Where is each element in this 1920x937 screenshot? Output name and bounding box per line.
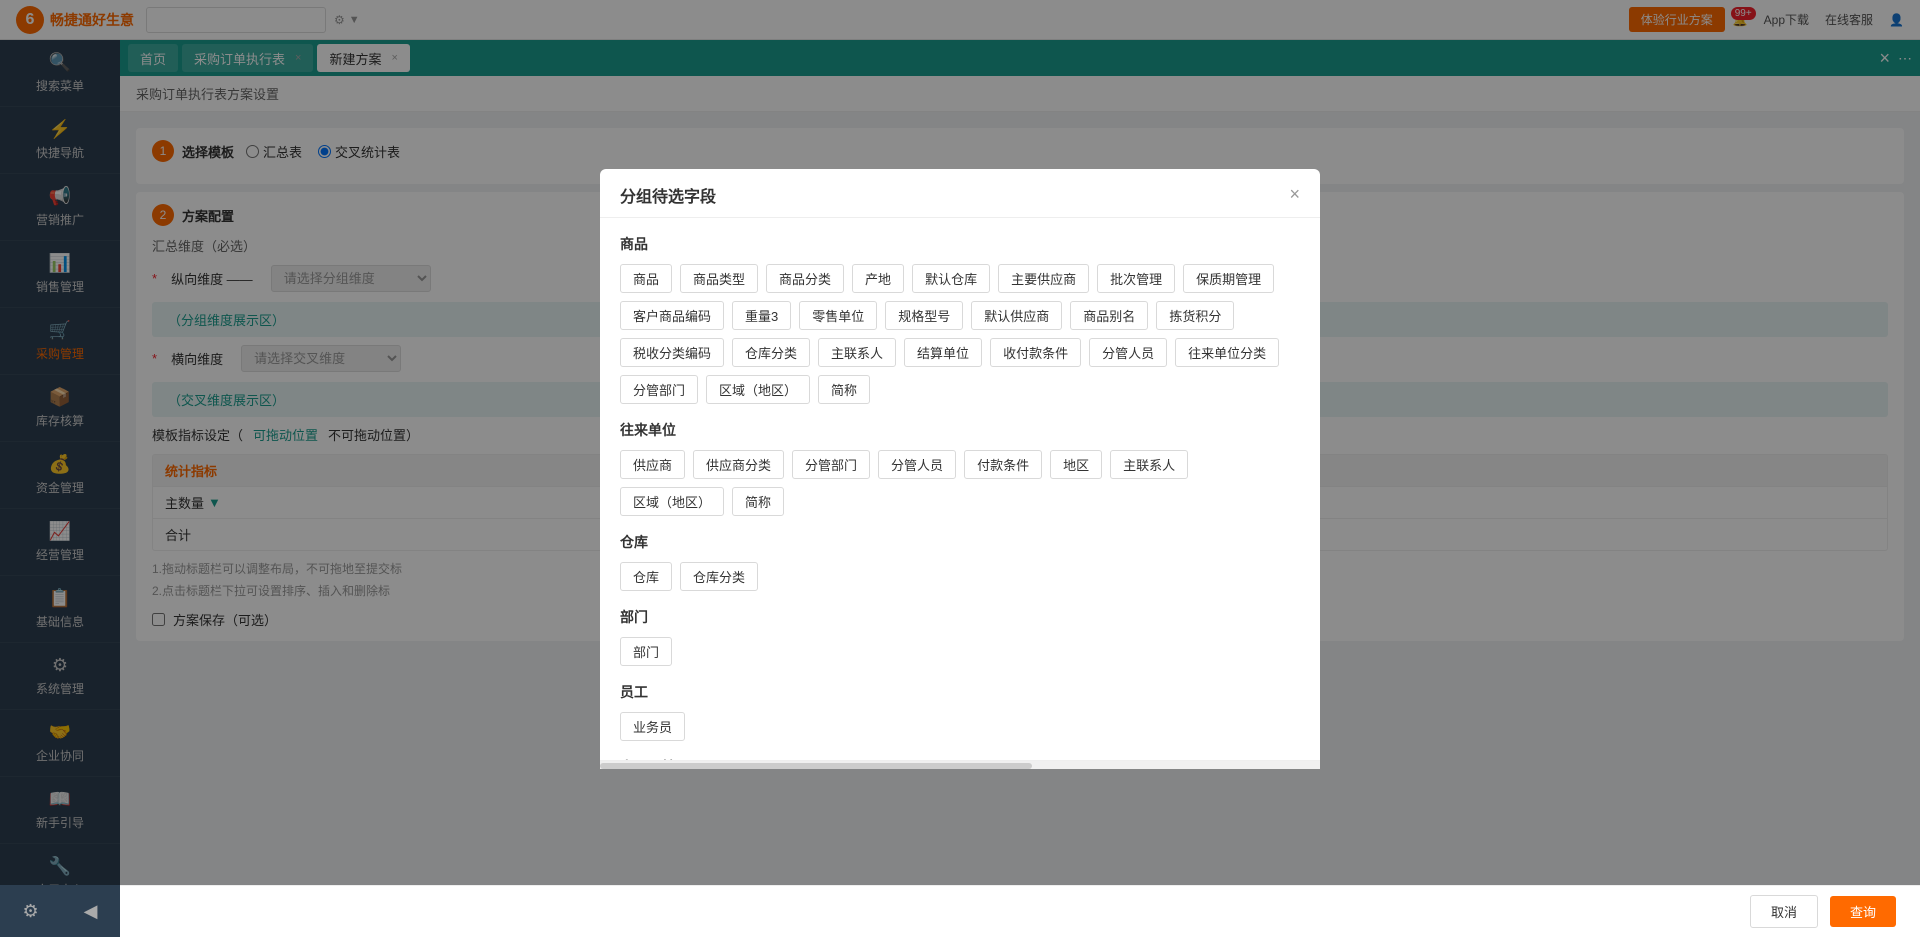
section-title-staff: 员工	[620, 682, 1300, 702]
section-title-warehouse: 仓库	[620, 532, 1300, 552]
field-tag-goods-13[interactable]: 商品别名	[1070, 301, 1148, 330]
modal-header: 分组待选字段 ×	[600, 169, 1320, 218]
field-tag-goods-15[interactable]: 税收分类编码	[620, 338, 724, 367]
field-tag-partner-5[interactable]: 地区	[1050, 450, 1102, 479]
section-title-goods: 商品	[620, 234, 1300, 254]
field-tag-staff-0[interactable]: 业务员	[620, 712, 685, 741]
field-select-modal: 分组待选字段 × 商品 商品 商品类型 商品分类 产地 默认仓库 主要供应商 批…	[600, 169, 1320, 769]
field-tag-goods-24[interactable]: 简称	[818, 375, 870, 404]
field-tag-goods-22[interactable]: 分管部门	[620, 375, 698, 404]
modal-horizontal-scrollbar[interactable]	[600, 760, 1320, 768]
field-tag-goods-14[interactable]: 拣货积分	[1156, 301, 1234, 330]
field-tag-goods-20[interactable]: 分管人员	[1089, 338, 1167, 367]
sidebar-collapse-icon[interactable]: ◀	[84, 901, 98, 922]
section-fields-goods: 商品 商品类型 商品分类 产地 默认仓库 主要供应商 批次管理 保质期管理 客户…	[620, 264, 1300, 404]
field-tag-goods-16[interactable]: 仓库分类	[732, 338, 810, 367]
modal-hscroll-thumb	[600, 763, 1032, 769]
section-title-partners: 往来单位	[620, 420, 1300, 440]
field-tag-goods-23[interactable]: 区域（地区）	[706, 375, 810, 404]
field-tag-partner-1[interactable]: 供应商分类	[693, 450, 784, 479]
field-tag-goods-5[interactable]: 主要供应商	[998, 264, 1089, 293]
field-tag-goods-3[interactable]: 产地	[852, 264, 904, 293]
field-tag-goods-7[interactable]: 保质期管理	[1183, 264, 1274, 293]
field-tag-goods-8[interactable]: 客户商品编码	[620, 301, 724, 330]
field-tag-goods-17[interactable]: 主联系人	[818, 338, 896, 367]
gear-settings-icon[interactable]: ⚙	[23, 901, 39, 922]
field-tag-goods-18[interactable]: 结算单位	[904, 338, 982, 367]
field-tag-partner-4[interactable]: 付款条件	[964, 450, 1042, 479]
field-tag-partner-3[interactable]: 分管人员	[878, 450, 956, 479]
field-tag-goods-2[interactable]: 商品分类	[766, 264, 844, 293]
modal-title: 分组待选字段	[620, 183, 716, 207]
field-tag-warehouse-0[interactable]: 仓库	[620, 562, 672, 591]
section-fields-dept: 部门	[620, 637, 1300, 666]
sidebar-bottom-bar: ⚙ ◀	[0, 885, 120, 937]
section-fields-partners: 供应商 供应商分类 分管部门 分管人员 付款条件 地区 主联系人 区域（地区） …	[620, 450, 1300, 516]
field-tag-partner-6[interactable]: 主联系人	[1110, 450, 1188, 479]
field-tag-partner-0[interactable]: 供应商	[620, 450, 685, 479]
query-button[interactable]: 查询	[1830, 896, 1896, 927]
field-tag-goods-11[interactable]: 规格型号	[885, 301, 963, 330]
field-tag-goods-6[interactable]: 批次管理	[1097, 264, 1175, 293]
modal-close-button[interactable]: ×	[1289, 184, 1300, 205]
field-tag-goods-9[interactable]: 重量3	[732, 301, 791, 330]
field-tag-goods-1[interactable]: 商品类型	[680, 264, 758, 293]
field-tag-dept-0[interactable]: 部门	[620, 637, 672, 666]
field-tag-warehouse-1[interactable]: 仓库分类	[680, 562, 758, 591]
field-tag-partner-2[interactable]: 分管部门	[792, 450, 870, 479]
modal-overlay: 分组待选字段 × 商品 商品 商品类型 商品分类 产地 默认仓库 主要供应商 批…	[0, 0, 1920, 937]
section-fields-staff: 业务员	[620, 712, 1300, 741]
field-tag-goods-4[interactable]: 默认仓库	[912, 264, 990, 293]
field-tag-goods-21[interactable]: 往来单位分类	[1175, 338, 1279, 367]
bottom-action-bar: 取消 查询	[120, 885, 1920, 937]
modal-body: 商品 商品 商品类型 商品分类 产地 默认仓库 主要供应商 批次管理 保质期管理…	[600, 218, 1320, 761]
cancel-button[interactable]: 取消	[1750, 895, 1818, 928]
field-tag-goods-10[interactable]: 零售单位	[799, 301, 877, 330]
section-title-dept: 部门	[620, 607, 1300, 627]
field-tag-goods-19[interactable]: 收付款条件	[990, 338, 1081, 367]
field-tag-partner-8[interactable]: 简称	[732, 487, 784, 516]
section-fields-warehouse: 仓库 仓库分类	[620, 562, 1300, 591]
field-tag-goods-12[interactable]: 默认供应商	[971, 301, 1062, 330]
field-tag-goods-0[interactable]: 商品	[620, 264, 672, 293]
field-tag-partner-7[interactable]: 区域（地区）	[620, 487, 724, 516]
